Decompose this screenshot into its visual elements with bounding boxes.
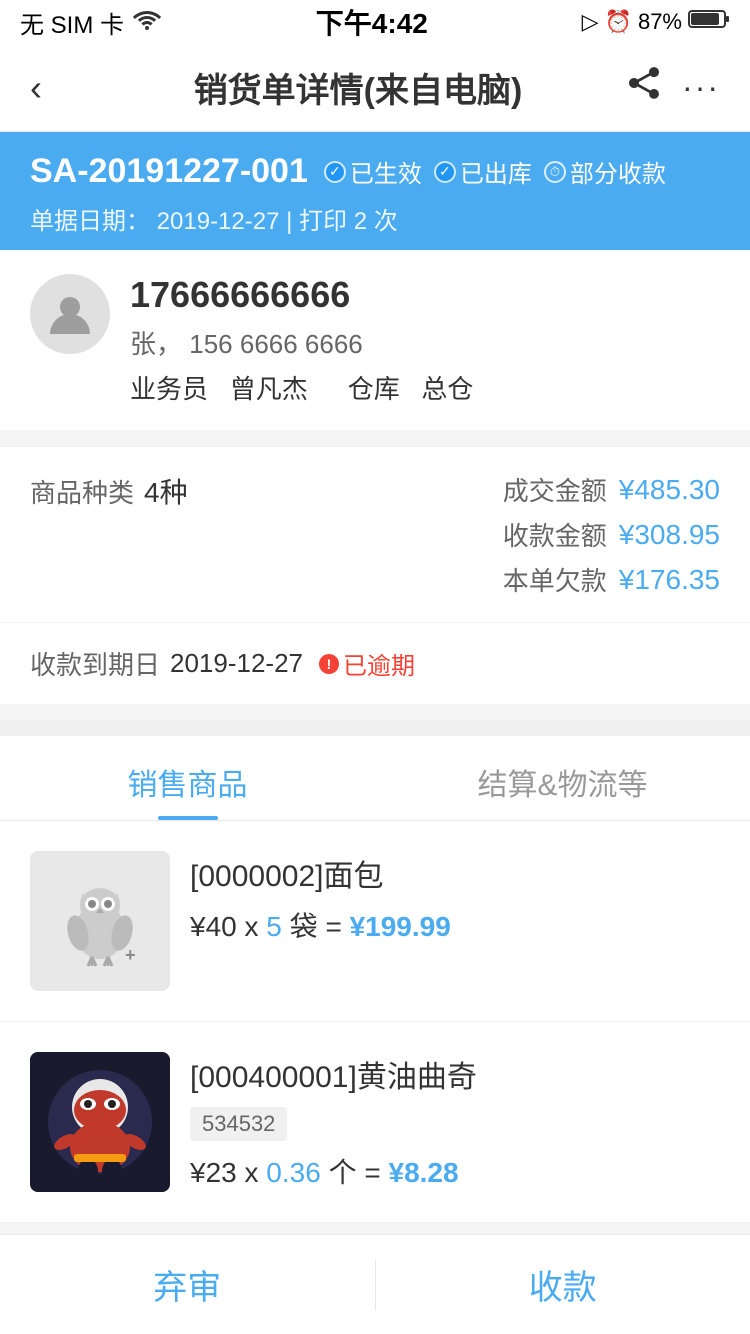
customer-card: 17666666666 张， 156 6666 6666 业务员 曾凡杰 仓库 … [0,250,750,430]
stats-card: 商品种类 4种 成交金额 ¥485.30 收款金额 ¥308.95 本单欠款 ¥… [0,446,750,704]
status-right: ▷ ⏰ 87% [582,8,730,36]
avatar [30,274,110,354]
product-info-1: [0000002]面包 ¥40 x 5 袋 = ¥199.99 [190,851,720,945]
product-name-2: [000400001]黄油曲奇 [190,1052,720,1096]
overdue-date: 2019-12-27 [170,648,303,679]
debt-value: ¥176.35 [619,564,720,596]
banner-bottom: 单据日期： 2019-12-27 | 打印 2 次 [30,201,720,236]
status-partial: ⏱ 部分收款 [544,154,666,189]
bottom-bar: 弃审 收款 [0,1234,750,1334]
customer-section: 17666666666 张， 156 6666 6666 业务员 曾凡杰 仓库 … [0,250,750,430]
tab-products[interactable]: 销售商品 [0,736,375,820]
product-price-2: ¥23 x 0.36 个 = ¥8.28 [190,1151,720,1191]
date-label: 单据日期： [30,208,150,235]
product-thumb-2 [30,1052,170,1192]
location-icon: ▷ [582,9,599,35]
transaction-row: 成交金额 ¥485.30 [503,471,720,508]
header-banner: SA-20191227-001 ✓ 已生效 ✓ 已出库 ⏱ 部分收款 单据日期：… [0,132,750,250]
product-types-value: 4种 [144,471,188,511]
status-effective: ✓ 已生效 [324,154,422,189]
status-shipped: ✓ 已出库 [434,154,532,189]
print-suffix: 次 [374,208,398,235]
received-value: ¥308.95 [619,519,720,551]
received-row: 收款金额 ¥308.95 [503,516,720,553]
product-types-item: 商品种类 4种 [30,471,493,511]
received-label: 收款金额 [503,516,607,553]
product-list: + [0000002]面包 ¥40 x 5 袋 = ¥199.99 [0,821,750,1223]
customer-meta: 业务员 曾凡杰 仓库 总仓 [130,369,720,406]
check-icon-1: ✓ [324,161,346,183]
tab-settlement[interactable]: 结算&物流等 [375,736,750,820]
stats-left: 商品种类 4种 [30,471,493,517]
status-time: 下午4:42 [316,2,428,42]
table-row: [000400001]黄油曲奇 534532 ¥23 x 0.36 个 = ¥8… [0,1022,750,1223]
nav-bar: ‹ 销货单详情(来自电脑) ··· [0,44,750,132]
warehouse-label: 仓库 总仓 [348,369,474,406]
debt-row: 本单欠款 ¥176.35 [503,561,720,598]
svg-text:+: + [125,945,136,965]
status-left: 无 SIM 卡 [20,5,162,40]
tabs: 销售商品 结算&物流等 [0,736,750,821]
order-date: 2019-12-27 [157,208,280,235]
product-name-1: [0000002]面包 [190,851,720,895]
overdue-badge: ! 已逾期 [319,646,415,681]
stats-section: 商品种类 4种 成交金额 ¥485.30 收款金额 ¥308.95 本单欠款 ¥… [0,447,750,622]
back-button[interactable]: ‹ [30,67,90,109]
sim-text: 无 SIM 卡 [20,5,124,40]
salesman-value: 曾凡杰 [230,374,308,404]
more-icon[interactable]: ··· [682,69,720,106]
battery-icon [688,8,730,36]
product-sku-2: 534532 [190,1107,287,1141]
product-price-1: ¥40 x 5 袋 = ¥199.99 [190,905,720,945]
transaction-label: 成交金额 [503,471,607,508]
product-total-1: ¥199.99 [350,911,451,942]
customer-name: 张， 156 6666 6666 [130,324,720,361]
overdue-section: 收款到期日 2019-12-27 ! 已逾期 [0,623,750,704]
status-tags: ✓ 已生效 ✓ 已出库 ⏱ 部分收款 [324,154,666,189]
product-types-label: 商品种类 [30,473,134,510]
tab-underline [158,816,218,820]
status-bar: 无 SIM 卡 下午4:42 ▷ ⏰ 87% [0,0,750,44]
product-info-2: [000400001]黄油曲奇 534532 ¥23 x 0.36 个 = ¥8… [190,1052,720,1191]
clock-icon: ⏱ [544,161,566,183]
table-row: + [0000002]面包 ¥40 x 5 袋 = ¥199.99 [0,821,750,1022]
nav-actions: ··· [626,65,720,110]
collect-payment-button[interactable]: 收款 [376,1240,750,1329]
order-id: SA-20191227-001 [30,152,308,191]
product-total-2: ¥8.28 [389,1157,459,1188]
debt-label: 本单欠款 [503,561,607,598]
alarm-icon: ⏰ [605,9,632,35]
cancel-review-button[interactable]: 弃审 [0,1240,375,1329]
page-title: 销货单详情(来自电脑) [90,63,626,112]
banner-top: SA-20191227-001 ✓ 已生效 ✓ 已出库 ⏱ 部分收款 [30,152,720,191]
salesman-label: 业务员 曾凡杰 [130,369,308,406]
section-divider [0,720,750,736]
battery-text: 87% [638,9,682,35]
overdue-dot-icon: ! [319,654,339,674]
product-qty-1: 5 [266,911,282,942]
share-icon[interactable] [626,65,662,110]
product-thumb-1: + [30,851,170,991]
check-icon-2: ✓ [434,161,456,183]
customer-id: 17666666666 [130,274,720,316]
transaction-value: ¥485.30 [619,474,720,506]
customer-info: 17666666666 张， 156 6666 6666 业务员 曾凡杰 仓库 … [130,274,720,406]
stats-right: 成交金额 ¥485.30 收款金额 ¥308.95 本单欠款 ¥176.35 [503,471,720,598]
warehouse-value: 总仓 [421,374,473,404]
product-qty-2: 0.36 [266,1157,321,1188]
wifi-icon [132,8,162,37]
print-label: | 打印 [286,208,347,235]
overdue-label: 收款到期日 [30,645,160,682]
print-count: 2 [354,208,367,235]
